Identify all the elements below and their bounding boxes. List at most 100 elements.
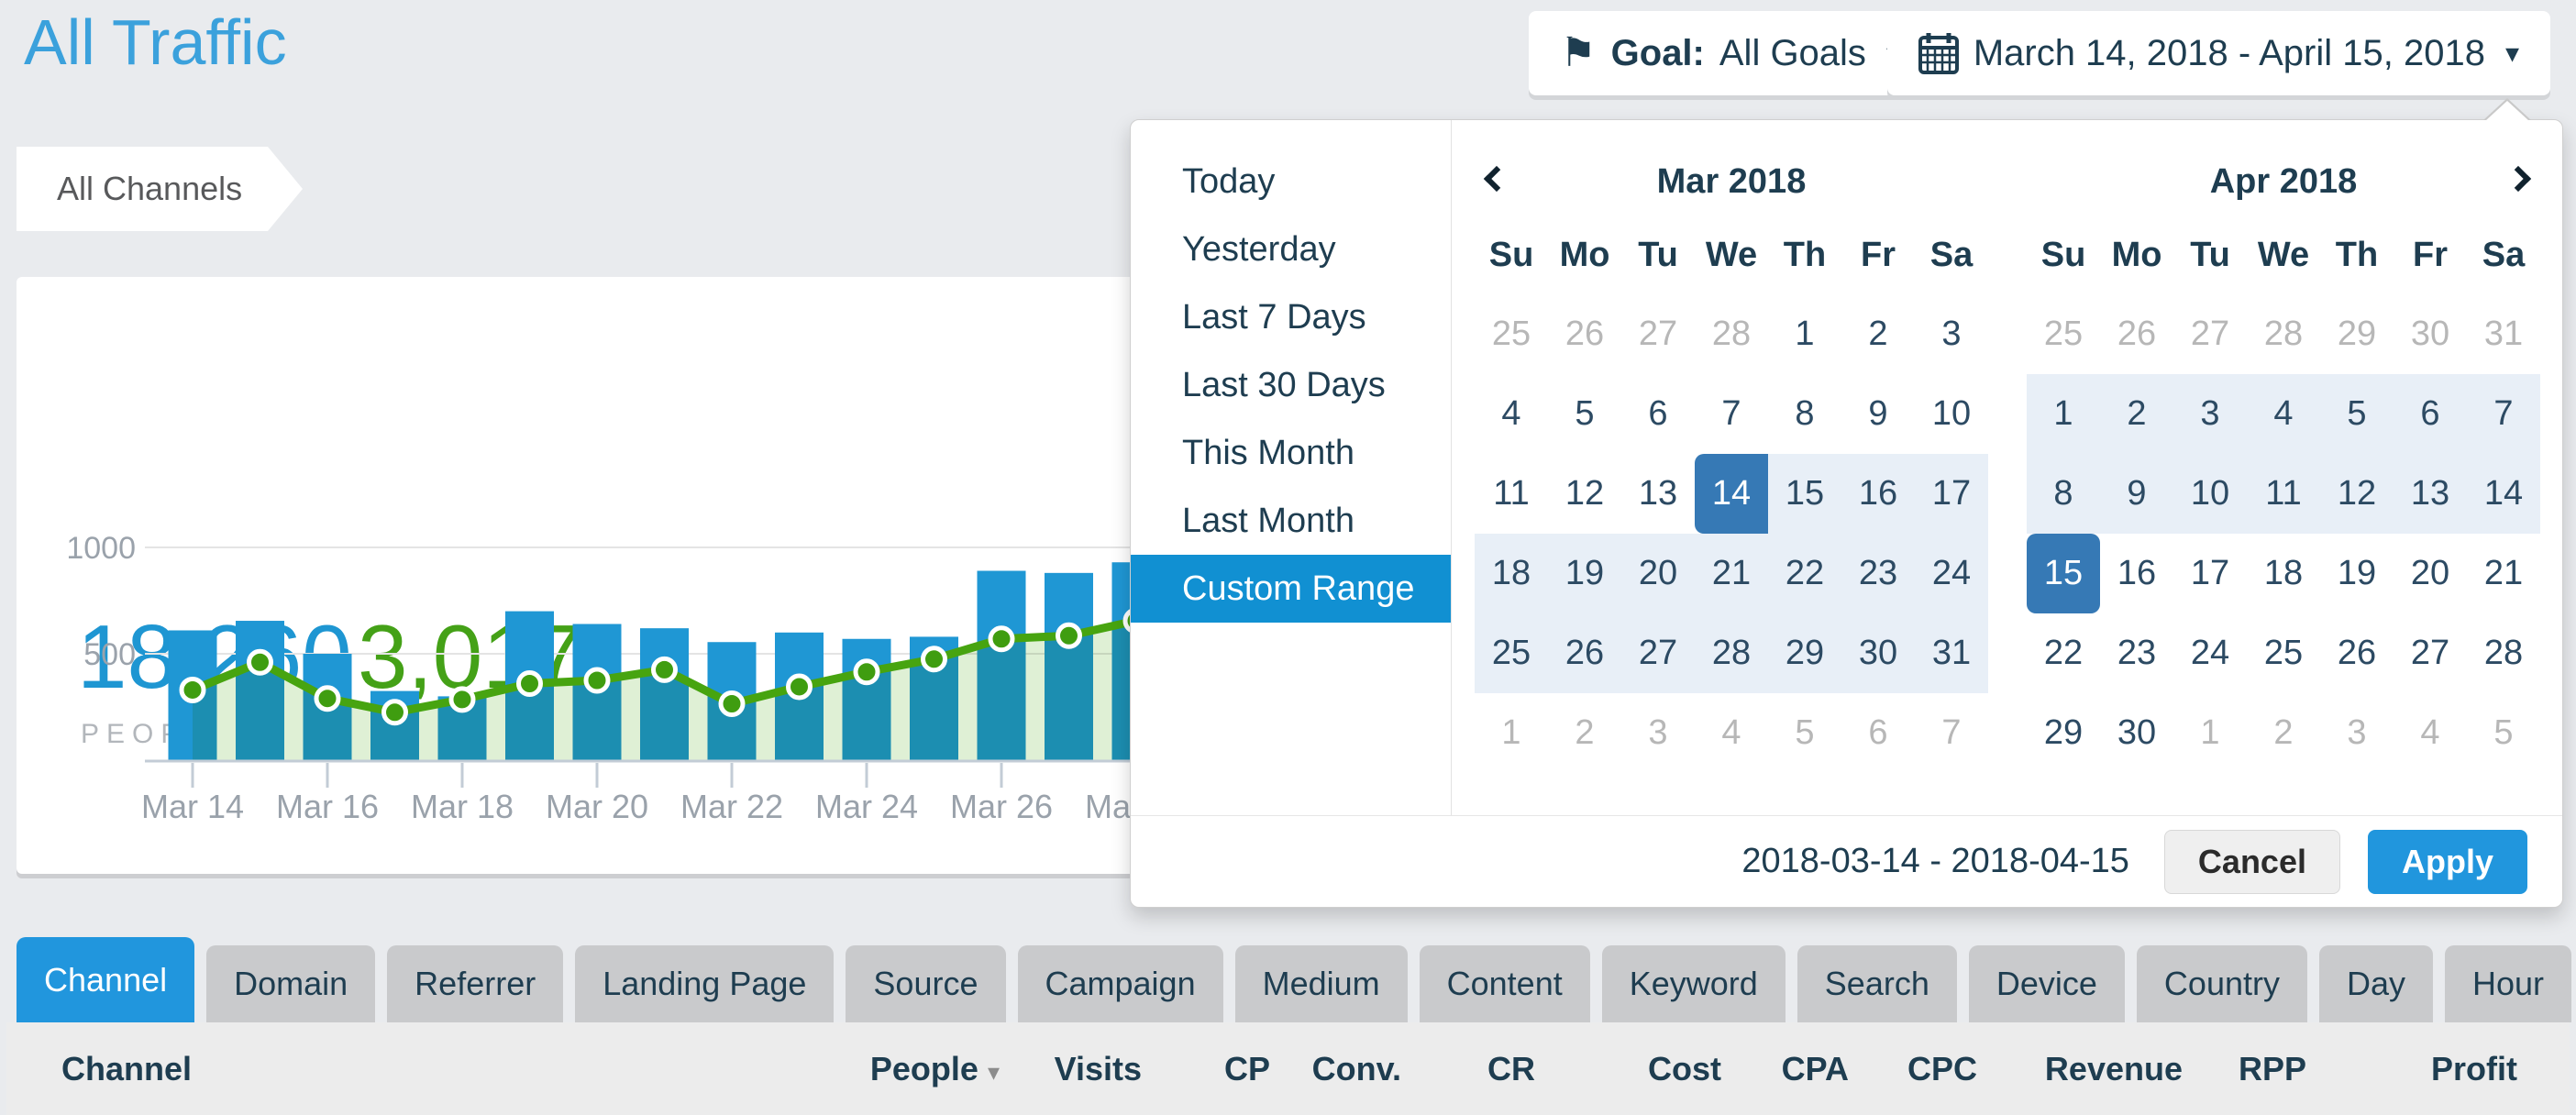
calendar-day[interactable]: 4: [1695, 693, 1768, 773]
column-header-revenue[interactable]: Revenue: [1977, 1050, 2183, 1088]
calendar-day[interactable]: 1: [2027, 374, 2100, 454]
calendar-day[interactable]: 28: [1695, 294, 1768, 374]
preset-item-today[interactable]: Today: [1131, 148, 1451, 215]
calendar-day[interactable]: 28: [2467, 613, 2540, 693]
calendar-day[interactable]: 2: [1548, 693, 1621, 773]
breadcrumb[interactable]: All Channels: [17, 147, 268, 231]
calendar-day[interactable]: 4: [1475, 374, 1548, 454]
calendar-day[interactable]: 25: [1475, 294, 1548, 374]
calendar-day[interactable]: 28: [1695, 613, 1768, 693]
calendar-day[interactable]: 3: [2173, 374, 2247, 454]
calendar-day[interactable]: 28: [2247, 294, 2320, 374]
calendar-day[interactable]: 27: [2394, 613, 2467, 693]
calendar-day[interactable]: 13: [2394, 454, 2467, 534]
date-range-button[interactable]: March 14, 2018 - April 15, 2018 ▾: [1887, 11, 2550, 95]
tab-device[interactable]: Device: [1969, 945, 2125, 1022]
calendar-day[interactable]: 27: [1621, 613, 1695, 693]
calendar-day[interactable]: 5: [1768, 693, 1841, 773]
calendar-day[interactable]: 16: [1841, 454, 1915, 534]
tab-source[interactable]: Source: [846, 945, 1005, 1022]
calendar-day[interactable]: 31: [2467, 294, 2540, 374]
calendar-day[interactable]: 31: [1915, 613, 1988, 693]
calendar-day[interactable]: 8: [1768, 374, 1841, 454]
calendar-day[interactable]: 5: [2467, 693, 2540, 773]
calendar-day-selected[interactable]: 14: [1695, 454, 1768, 534]
calendar-day-selected[interactable]: 15: [2027, 534, 2100, 613]
calendar-day[interactable]: 14: [2467, 454, 2540, 534]
calendar-day[interactable]: 12: [2320, 454, 2394, 534]
calendar-day[interactable]: 5: [2320, 374, 2394, 454]
tab-campaign[interactable]: Campaign: [1018, 945, 1223, 1022]
calendar-day[interactable]: 24: [1915, 534, 1988, 613]
calendar-day[interactable]: 3: [1621, 693, 1695, 773]
calendar-day[interactable]: 22: [1768, 534, 1841, 613]
calendar-day[interactable]: 29: [1768, 613, 1841, 693]
calendar-day[interactable]: 2: [1841, 294, 1915, 374]
calendar-day[interactable]: 30: [2100, 693, 2173, 773]
column-header-rpp[interactable]: RPP: [2183, 1050, 2306, 1088]
calendar-day[interactable]: 3: [1915, 294, 1988, 374]
column-header-cp[interactable]: CP: [1142, 1050, 1270, 1088]
calendar-day[interactable]: 13: [1621, 454, 1695, 534]
calendar-day[interactable]: 25: [1475, 613, 1548, 693]
calendar-day[interactable]: 3: [2320, 693, 2394, 773]
calendar-day[interactable]: 26: [1548, 294, 1621, 374]
tab-hour[interactable]: Hour: [2445, 945, 2571, 1022]
calendar-day[interactable]: 20: [2394, 534, 2467, 613]
calendar-day[interactable]: 26: [2320, 613, 2394, 693]
calendar-day[interactable]: 15: [1768, 454, 1841, 534]
calendar-day[interactable]: 16: [2100, 534, 2173, 613]
column-header-cr[interactable]: CR: [1401, 1050, 1535, 1088]
calendar-day[interactable]: 6: [1621, 374, 1695, 454]
column-header-channel[interactable]: Channel: [6, 1050, 192, 1088]
calendar-day[interactable]: 23: [2100, 613, 2173, 693]
calendar-day[interactable]: 18: [1475, 534, 1548, 613]
calendar-day[interactable]: 4: [2247, 374, 2320, 454]
calendar-day[interactable]: 30: [2394, 294, 2467, 374]
calendar-day[interactable]: 19: [2320, 534, 2394, 613]
calendar-day[interactable]: 9: [2100, 454, 2173, 534]
calendar-day[interactable]: 19: [1548, 534, 1621, 613]
column-header-visits[interactable]: Visits: [1000, 1050, 1142, 1088]
tab-country[interactable]: Country: [2137, 945, 2307, 1022]
calendar-day[interactable]: 27: [2173, 294, 2247, 374]
preset-item-last-30-days[interactable]: Last 30 Days: [1131, 351, 1451, 419]
calendar-day[interactable]: 1: [1768, 294, 1841, 374]
column-header-cost[interactable]: Cost: [1535, 1050, 1721, 1088]
column-header-cpc[interactable]: CPC: [1849, 1050, 1977, 1088]
calendar-day[interactable]: 17: [2173, 534, 2247, 613]
tab-channel[interactable]: Channel: [17, 937, 194, 1022]
preset-item-this-month[interactable]: This Month: [1131, 419, 1451, 487]
apply-button[interactable]: Apply: [2368, 830, 2527, 894]
tab-domain[interactable]: Domain: [206, 945, 375, 1022]
calendar-day[interactable]: 29: [2320, 294, 2394, 374]
tab-day[interactable]: Day: [2319, 945, 2433, 1022]
calendar-day[interactable]: 25: [2247, 613, 2320, 693]
prev-month-icon[interactable]: [1484, 166, 1509, 192]
calendar-day[interactable]: 18: [2247, 534, 2320, 613]
calendar-day[interactable]: 1: [1475, 693, 1548, 773]
tab-search[interactable]: Search: [1797, 945, 1957, 1022]
preset-item-last-7-days[interactable]: Last 7 Days: [1131, 283, 1451, 351]
column-header-people[interactable]: People▾: [816, 1050, 1000, 1088]
calendar-day[interactable]: 8: [2027, 454, 2100, 534]
goal-selector-button[interactable]: ⚑ Goal: All Goals ▾: [1529, 11, 1931, 95]
calendar-day[interactable]: 20: [1621, 534, 1695, 613]
calendar-day[interactable]: 7: [1695, 374, 1768, 454]
calendar-day[interactable]: 17: [1915, 454, 1988, 534]
calendar-day[interactable]: 4: [2394, 693, 2467, 773]
calendar-day[interactable]: 7: [1915, 693, 1988, 773]
calendar-day[interactable]: 9: [1841, 374, 1915, 454]
calendar-day[interactable]: 27: [1621, 294, 1695, 374]
calendar-day[interactable]: 6: [2394, 374, 2467, 454]
calendar-day[interactable]: 23: [1841, 534, 1915, 613]
tab-landing-page[interactable]: Landing Page: [575, 945, 834, 1022]
calendar-day[interactable]: 5: [1548, 374, 1621, 454]
calendar-day[interactable]: 24: [2173, 613, 2247, 693]
tab-keyword[interactable]: Keyword: [1602, 945, 1786, 1022]
calendar-day[interactable]: 25: [2027, 294, 2100, 374]
calendar-day[interactable]: 21: [2467, 534, 2540, 613]
calendar-day[interactable]: 30: [1841, 613, 1915, 693]
tab-referrer[interactable]: Referrer: [387, 945, 563, 1022]
calendar-day[interactable]: 10: [1915, 374, 1988, 454]
